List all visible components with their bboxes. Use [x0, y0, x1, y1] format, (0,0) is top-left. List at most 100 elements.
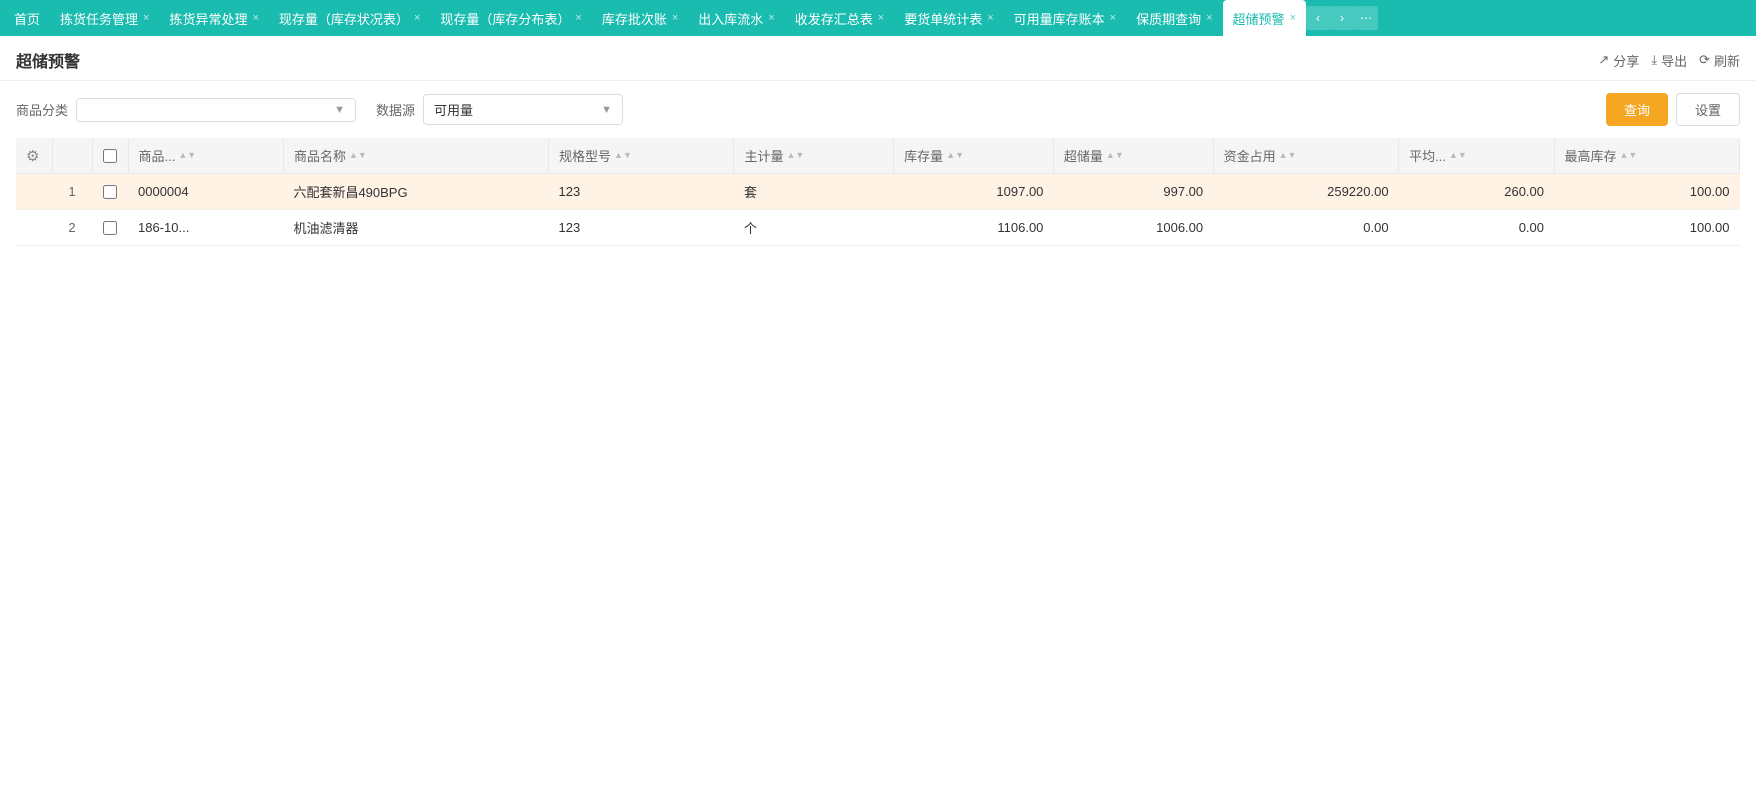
- th-avg[interactable]: 平均... ▲▼: [1399, 138, 1554, 174]
- th-max-stock[interactable]: 最高库存 ▲▼: [1554, 138, 1740, 174]
- sort-capital: ▲▼: [1279, 151, 1297, 160]
- row-unit: 个: [734, 210, 894, 246]
- nav-next-arrow[interactable]: ›: [1330, 6, 1354, 30]
- settings-button[interactable]: 设置: [1676, 93, 1740, 126]
- nav-stock-dist[interactable]: 现存量（库存分布表） ×: [430, 0, 591, 36]
- row-checkbox[interactable]: [103, 221, 117, 235]
- sort-spec: ▲▼: [614, 151, 632, 160]
- sort-unit: ▲▼: [786, 151, 804, 160]
- top-navigation: 首页 拣货任务管理 × 拣货异常处理 × 现存量（库存状况表） × 现存量（库存…: [0, 0, 1756, 36]
- export-icon: ⤓: [1651, 52, 1657, 68]
- query-button[interactable]: 查询: [1606, 93, 1668, 126]
- share-button[interactable]: ↗ 分享: [1598, 51, 1639, 70]
- category-label: 商品分类: [16, 100, 68, 119]
- nav-task-mgmt[interactable]: 拣货任务管理 ×: [50, 0, 159, 36]
- row-max-stock: 100.00: [1554, 210, 1740, 246]
- table-header-row: ⚙ 商品... ▲▼ 商品名称 ▲▼: [16, 138, 1740, 174]
- row-settings-cell: [16, 174, 52, 210]
- share-icon: ↗: [1598, 52, 1609, 68]
- row-checkbox-cell: [92, 210, 128, 246]
- nav-collect[interactable]: 收发存汇总表 ×: [785, 0, 894, 36]
- sort-product-code: ▲▼: [178, 151, 196, 160]
- nav-inout-flow[interactable]: 出入库流水 ×: [688, 0, 784, 36]
- nav-close-abnormal[interactable]: ×: [252, 12, 258, 24]
- table-row: 2 186-10... 机油滤清器 123 个 1106.00 1006.00 …: [16, 210, 1740, 246]
- sort-stock: ▲▼: [946, 151, 964, 160]
- th-unit[interactable]: 主计量 ▲▼: [734, 138, 894, 174]
- th-spec[interactable]: 规格型号 ▲▼: [549, 138, 734, 174]
- th-capital[interactable]: 资金占用 ▲▼: [1213, 138, 1398, 174]
- row-product-code: 0000004: [128, 174, 283, 210]
- th-settings: ⚙: [16, 138, 52, 174]
- nav-home[interactable]: 首页: [4, 0, 50, 36]
- sort-overstock: ▲▼: [1106, 151, 1124, 160]
- nav-close-overstock[interactable]: ×: [1290, 12, 1296, 24]
- th-product-name[interactable]: 商品名称 ▲▼: [283, 138, 548, 174]
- sort-product-name: ▲▼: [349, 151, 367, 160]
- row-product-name: 机油滤清器: [283, 210, 548, 246]
- datasource-select[interactable]: 可用量 ▼: [423, 94, 623, 125]
- row-index: 1: [52, 174, 92, 210]
- nav-close-order-stat[interactable]: ×: [987, 12, 993, 24]
- nav-close-quality[interactable]: ×: [1206, 12, 1212, 24]
- refresh-button[interactable]: ⟳ 刷新: [1699, 51, 1740, 70]
- header-actions: ↗ 分享 ⤓ 导出 ⟳ 刷新: [1598, 51, 1740, 70]
- page-title: 超储预警: [16, 48, 80, 72]
- th-product-code[interactable]: 商品... ▲▼: [128, 138, 283, 174]
- row-unit: 套: [734, 174, 894, 210]
- row-overstock: 1006.00: [1053, 210, 1213, 246]
- row-product-code: 186-10...: [128, 210, 283, 246]
- datasource-select-value: 可用量: [434, 100, 473, 119]
- row-settings-cell: [16, 210, 52, 246]
- datasource-filter: 数据源 可用量 ▼: [376, 94, 623, 125]
- table-row: 1 0000004 六配套新昌490BPG 123 套 1097.00 997.…: [16, 174, 1740, 210]
- row-avg: 0.00: [1399, 210, 1554, 246]
- nav-order-stat[interactable]: 要货单统计表 ×: [894, 0, 1003, 36]
- nav-close-stock-dist[interactable]: ×: [575, 12, 581, 24]
- row-index: 2: [52, 210, 92, 246]
- select-all-checkbox[interactable]: [103, 149, 117, 163]
- category-select-arrow: ▼: [334, 104, 345, 116]
- table-container: ⚙ 商品... ▲▼ 商品名称 ▲▼: [0, 138, 1756, 246]
- nav-stock-status[interactable]: 现存量（库存状况表） ×: [269, 0, 430, 36]
- nav-abnormal[interactable]: 拣货异常处理 ×: [159, 0, 268, 36]
- row-checkbox-cell: [92, 174, 128, 210]
- datasource-select-arrow: ▼: [601, 104, 612, 116]
- nav-batch[interactable]: 库存批次账 ×: [592, 0, 688, 36]
- page-header: 超储预警 ↗ 分享 ⤓ 导出 ⟳ 刷新: [0, 36, 1756, 81]
- nav-available[interactable]: 可用量库存账本 ×: [1004, 0, 1126, 36]
- row-avg: 260.00: [1399, 174, 1554, 210]
- sort-max-stock: ▲▼: [1620, 151, 1638, 160]
- data-table: ⚙ 商品... ▲▼ 商品名称 ▲▼: [16, 138, 1740, 246]
- category-select[interactable]: ▼: [76, 98, 356, 122]
- nav-close-batch[interactable]: ×: [672, 12, 678, 24]
- row-capital: 259220.00: [1213, 174, 1398, 210]
- datasource-label: 数据源: [376, 100, 415, 119]
- filter-actions: 查询 设置: [1606, 93, 1740, 126]
- row-stock: 1106.00: [894, 210, 1054, 246]
- nav-close-stock-status[interactable]: ×: [414, 12, 420, 24]
- nav-overstock[interactable]: 超储预警 ×: [1223, 0, 1306, 36]
- nav-prev-arrow[interactable]: ‹: [1306, 6, 1330, 30]
- th-stock[interactable]: 库存量 ▲▼: [894, 138, 1054, 174]
- category-filter: 商品分类 ▼: [16, 98, 356, 122]
- table-body: 1 0000004 六配套新昌490BPG 123 套 1097.00 997.…: [16, 174, 1740, 246]
- row-stock: 1097.00: [894, 174, 1054, 210]
- row-product-name: 六配套新昌490BPG: [283, 174, 548, 210]
- sort-avg: ▲▼: [1449, 151, 1467, 160]
- th-overstock[interactable]: 超储量 ▲▼: [1053, 138, 1213, 174]
- nav-close-collect[interactable]: ×: [878, 12, 884, 24]
- th-index: [52, 138, 92, 174]
- nav-close-available[interactable]: ×: [1110, 12, 1116, 24]
- nav-quality[interactable]: 保质期查询 ×: [1126, 0, 1222, 36]
- row-capital: 0.00: [1213, 210, 1398, 246]
- row-spec: 123: [549, 210, 734, 246]
- refresh-icon: ⟳: [1699, 52, 1710, 68]
- table-gear-icon[interactable]: ⚙: [26, 148, 39, 165]
- nav-close-task-mgmt[interactable]: ×: [143, 12, 149, 24]
- export-button[interactable]: ⤓ 导出: [1651, 51, 1687, 70]
- nav-close-inout-flow[interactable]: ×: [768, 12, 774, 24]
- nav-more-arrow[interactable]: ⋯: [1354, 6, 1378, 30]
- row-spec: 123: [549, 174, 734, 210]
- row-checkbox[interactable]: [103, 185, 117, 199]
